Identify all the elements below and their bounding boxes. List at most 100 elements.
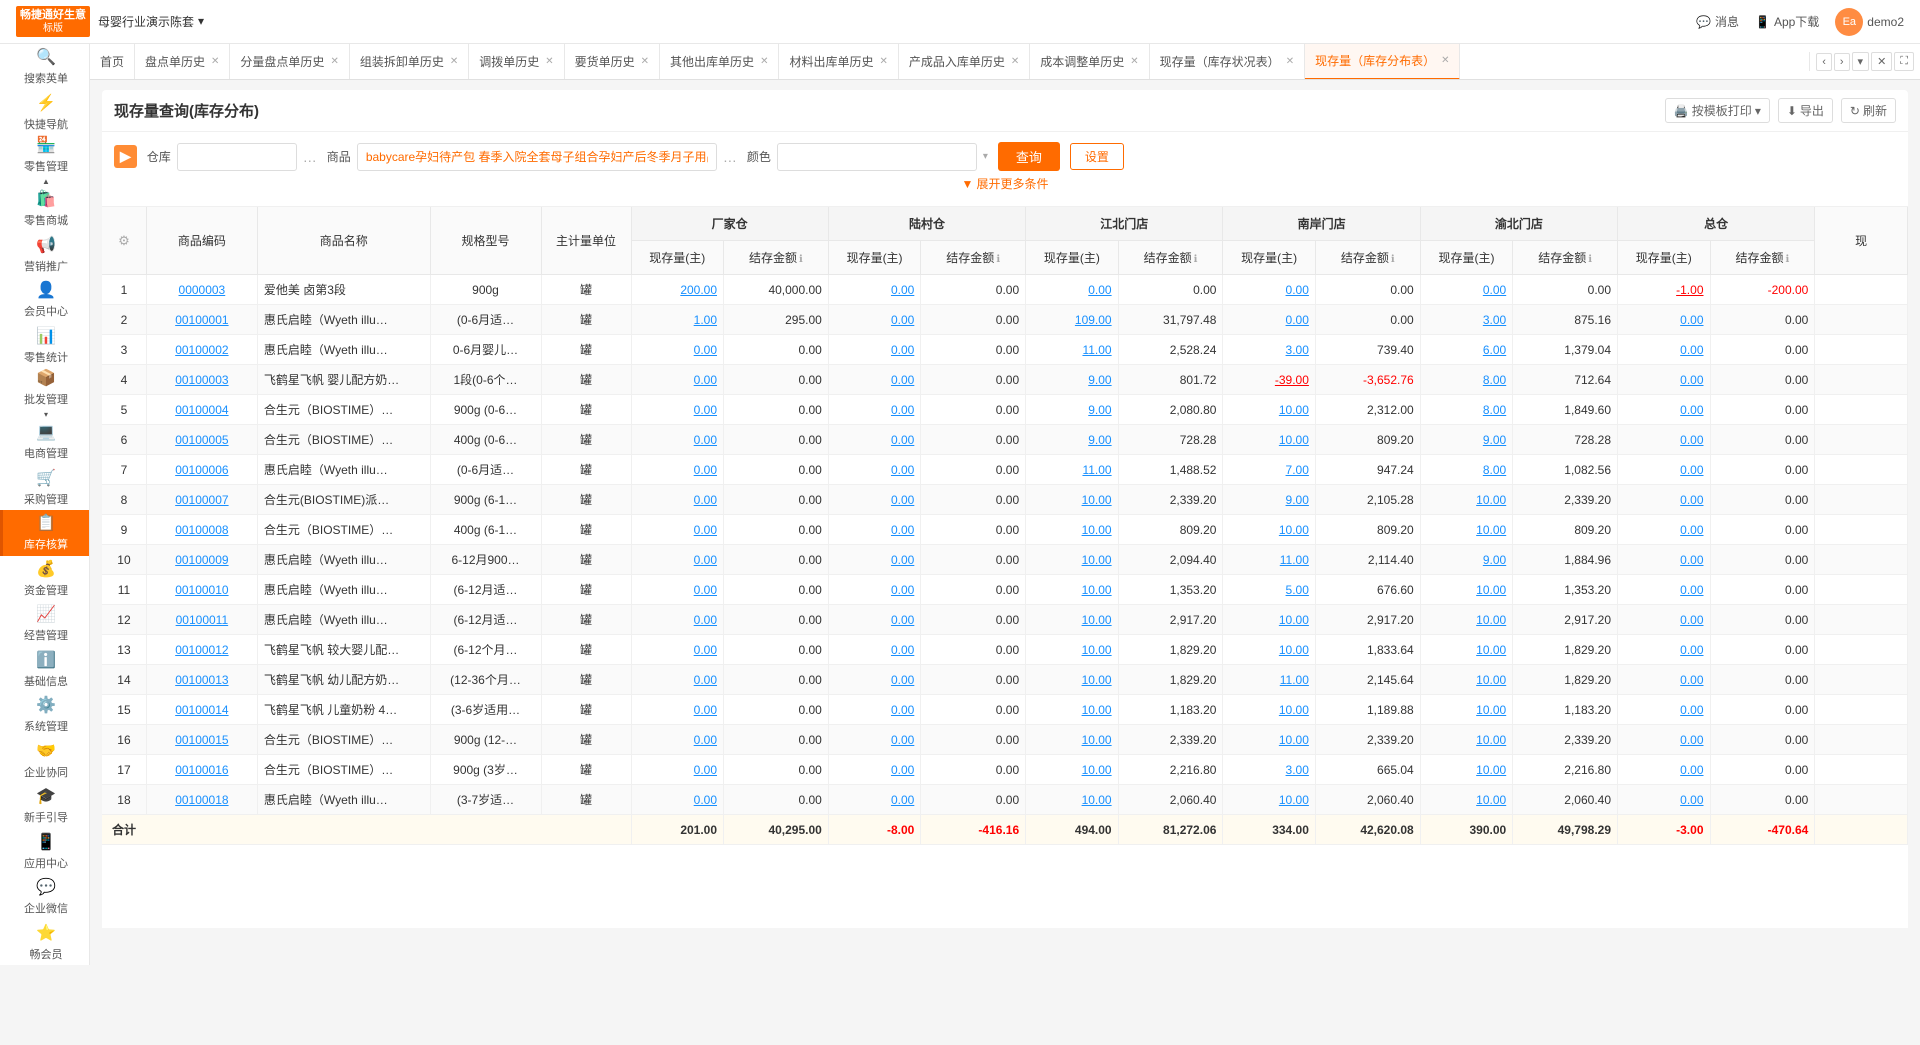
sidebar-item-business[interactable]: 📈 经营管理 bbox=[0, 601, 89, 647]
cell-zc-qty[interactable]: 0.00 bbox=[1618, 365, 1710, 395]
cell-jb-qty[interactable]: 10.00 bbox=[1026, 665, 1118, 695]
cell-code[interactable]: 00100003 bbox=[146, 365, 257, 395]
cell-yb-qty[interactable]: 10.00 bbox=[1420, 725, 1512, 755]
tab-order[interactable]: 要货单历史 ✕ bbox=[565, 44, 660, 80]
cell-yb-qty[interactable]: 10.00 bbox=[1420, 605, 1512, 635]
close-icon[interactable]: ✕ bbox=[760, 56, 768, 67]
close-icon[interactable]: ✕ bbox=[545, 56, 553, 67]
tab-maximize-button[interactable]: ⛶ bbox=[1894, 52, 1914, 71]
cell-yb-qty[interactable]: 6.00 bbox=[1420, 335, 1512, 365]
tab-home[interactable]: 首页 bbox=[90, 44, 135, 80]
cell-lc-qty[interactable]: 0.00 bbox=[828, 575, 920, 605]
cell-cf-qty[interactable]: 0.00 bbox=[631, 365, 723, 395]
cell-zc-qty[interactable]: 0.00 bbox=[1618, 455, 1710, 485]
cell-zc-qty[interactable]: 0.00 bbox=[1618, 545, 1710, 575]
cell-cf-qty[interactable]: 0.00 bbox=[631, 635, 723, 665]
cell-lc-qty[interactable]: 0.00 bbox=[828, 275, 920, 305]
close-icon[interactable]: ✕ bbox=[1011, 56, 1019, 67]
query-button[interactable]: 查询 bbox=[998, 142, 1060, 171]
cell-na-qty[interactable]: 10.00 bbox=[1223, 725, 1315, 755]
info-icon-zc[interactable]: ℹ bbox=[1786, 254, 1790, 265]
cell-cf-qty[interactable]: 0.00 bbox=[631, 725, 723, 755]
cell-cf-qty[interactable]: 0.00 bbox=[631, 575, 723, 605]
cell-jb-qty[interactable]: 10.00 bbox=[1026, 545, 1118, 575]
tab-product-in[interactable]: 产成品入库单历史 ✕ bbox=[899, 44, 1030, 80]
sidebar-item-marketing[interactable]: 📢 营销推广 bbox=[0, 232, 89, 278]
cell-yb-qty[interactable]: 0.00 bbox=[1420, 275, 1512, 305]
cell-yb-qty[interactable]: 10.00 bbox=[1420, 485, 1512, 515]
sidebar-item-changyuanyuan[interactable]: ⭐ 畅会员 bbox=[0, 920, 89, 966]
cell-na-qty[interactable]: 3.00 bbox=[1223, 335, 1315, 365]
cell-cf-qty[interactable]: 1.00 bbox=[631, 305, 723, 335]
sidebar-item-appcenter[interactable]: 📱 应用中心 bbox=[0, 829, 89, 875]
cell-na-qty[interactable]: 10.00 bbox=[1223, 515, 1315, 545]
cell-lc-qty[interactable]: 0.00 bbox=[828, 305, 920, 335]
tab-outbound[interactable]: 其他出库单历史 ✕ bbox=[660, 44, 779, 80]
cell-na-qty[interactable]: 3.00 bbox=[1223, 755, 1315, 785]
cell-code[interactable]: 0000003 bbox=[146, 275, 257, 305]
cell-cf-qty[interactable]: 0.00 bbox=[631, 335, 723, 365]
cell-code[interactable]: 00100006 bbox=[146, 455, 257, 485]
cell-na-qty[interactable]: 10.00 bbox=[1223, 635, 1315, 665]
cell-jb-qty[interactable]: 10.00 bbox=[1026, 485, 1118, 515]
cell-code[interactable]: 00100005 bbox=[146, 425, 257, 455]
cell-zc-qty[interactable]: 0.00 bbox=[1618, 515, 1710, 545]
cell-na-qty[interactable]: 10.00 bbox=[1223, 395, 1315, 425]
cell-yb-qty[interactable]: 10.00 bbox=[1420, 635, 1512, 665]
cell-jb-qty[interactable]: 10.00 bbox=[1026, 725, 1118, 755]
cell-na-qty[interactable]: 10.00 bbox=[1223, 605, 1315, 635]
cell-na-qty[interactable]: 11.00 bbox=[1223, 665, 1315, 695]
cell-code[interactable]: 00100008 bbox=[146, 515, 257, 545]
cell-jb-qty[interactable]: 10.00 bbox=[1026, 695, 1118, 725]
cell-yb-qty[interactable]: 8.00 bbox=[1420, 455, 1512, 485]
sidebar-item-finance[interactable]: 💰 资金管理 bbox=[0, 556, 89, 602]
close-icon[interactable]: ✕ bbox=[1286, 56, 1294, 67]
cell-na-qty[interactable]: 0.00 bbox=[1223, 275, 1315, 305]
cell-yb-qty[interactable]: 9.00 bbox=[1420, 425, 1512, 455]
color-input[interactable] bbox=[777, 143, 977, 171]
cell-na-qty[interactable]: 10.00 bbox=[1223, 425, 1315, 455]
tab-cost-adjust[interactable]: 成本调整单历史 ✕ bbox=[1030, 44, 1149, 80]
tab-transfer[interactable]: 调拨单历史 ✕ bbox=[469, 44, 564, 80]
cell-code[interactable]: 00100010 bbox=[146, 575, 257, 605]
cell-yb-qty[interactable]: 9.00 bbox=[1420, 545, 1512, 575]
tab-inventory-check[interactable]: 盘点单历史 ✕ bbox=[135, 44, 230, 80]
cell-yb-qty[interactable]: 8.00 bbox=[1420, 365, 1512, 395]
sidebar-item-mall[interactable]: 🛍️ 零售商城 bbox=[0, 186, 89, 232]
info-icon-lc[interactable]: ℹ bbox=[996, 254, 1000, 265]
cell-na-qty[interactable]: 0.00 bbox=[1223, 305, 1315, 335]
sidebar-item-guide[interactable]: 🎓 新手引导 bbox=[0, 783, 89, 829]
cell-jb-qty[interactable]: 0.00 bbox=[1026, 275, 1118, 305]
cell-na-qty[interactable]: -39.00 bbox=[1223, 365, 1315, 395]
cell-jb-qty[interactable]: 11.00 bbox=[1026, 455, 1118, 485]
cell-lc-qty[interactable]: 0.00 bbox=[828, 425, 920, 455]
cell-lc-qty[interactable]: 0.00 bbox=[828, 695, 920, 725]
tab-close-all-button[interactable]: ✕ bbox=[1871, 52, 1892, 71]
cell-jb-qty[interactable]: 10.00 bbox=[1026, 785, 1118, 815]
cell-jb-qty[interactable]: 11.00 bbox=[1026, 335, 1118, 365]
cell-jb-qty[interactable]: 9.00 bbox=[1026, 425, 1118, 455]
cell-cf-qty[interactable]: 0.00 bbox=[631, 455, 723, 485]
cell-code[interactable]: 00100016 bbox=[146, 755, 257, 785]
tab-next-button[interactable]: › bbox=[1834, 53, 1850, 71]
cell-lc-qty[interactable]: 0.00 bbox=[828, 545, 920, 575]
sidebar-item-ecommerce[interactable]: 💻 电商管理 bbox=[0, 419, 89, 465]
cell-cf-qty[interactable]: 0.00 bbox=[631, 515, 723, 545]
goods-input[interactable] bbox=[357, 143, 717, 171]
sidebar-item-wholesale[interactable]: 📦 批发管理 ▾ bbox=[0, 368, 89, 419]
warehouse-input[interactable] bbox=[177, 143, 297, 171]
cell-code[interactable]: 00100018 bbox=[146, 785, 257, 815]
cell-zc-qty[interactable]: 0.00 bbox=[1618, 575, 1710, 605]
cell-code[interactable]: 00100011 bbox=[146, 605, 257, 635]
cell-cf-qty[interactable]: 0.00 bbox=[631, 425, 723, 455]
cell-zc-qty[interactable]: 0.00 bbox=[1618, 665, 1710, 695]
print-button[interactable]: 🖨️ 按模板打印 ▾ bbox=[1665, 98, 1770, 123]
tab-more-button[interactable]: ▾ bbox=[1852, 52, 1870, 71]
cell-cf-qty[interactable]: 0.00 bbox=[631, 785, 723, 815]
brand-selector[interactable]: 母婴行业演示陈套 ▾ bbox=[98, 13, 204, 30]
cell-cf-qty[interactable]: 0.00 bbox=[631, 695, 723, 725]
user-item[interactable]: Ea demo2 bbox=[1835, 8, 1904, 36]
sidebar-item-retail-mgmt[interactable]: 🏪 零售管理 ▲ bbox=[0, 135, 89, 186]
cell-code[interactable]: 00100015 bbox=[146, 725, 257, 755]
settings-icon[interactable]: ⚙ bbox=[118, 233, 130, 248]
